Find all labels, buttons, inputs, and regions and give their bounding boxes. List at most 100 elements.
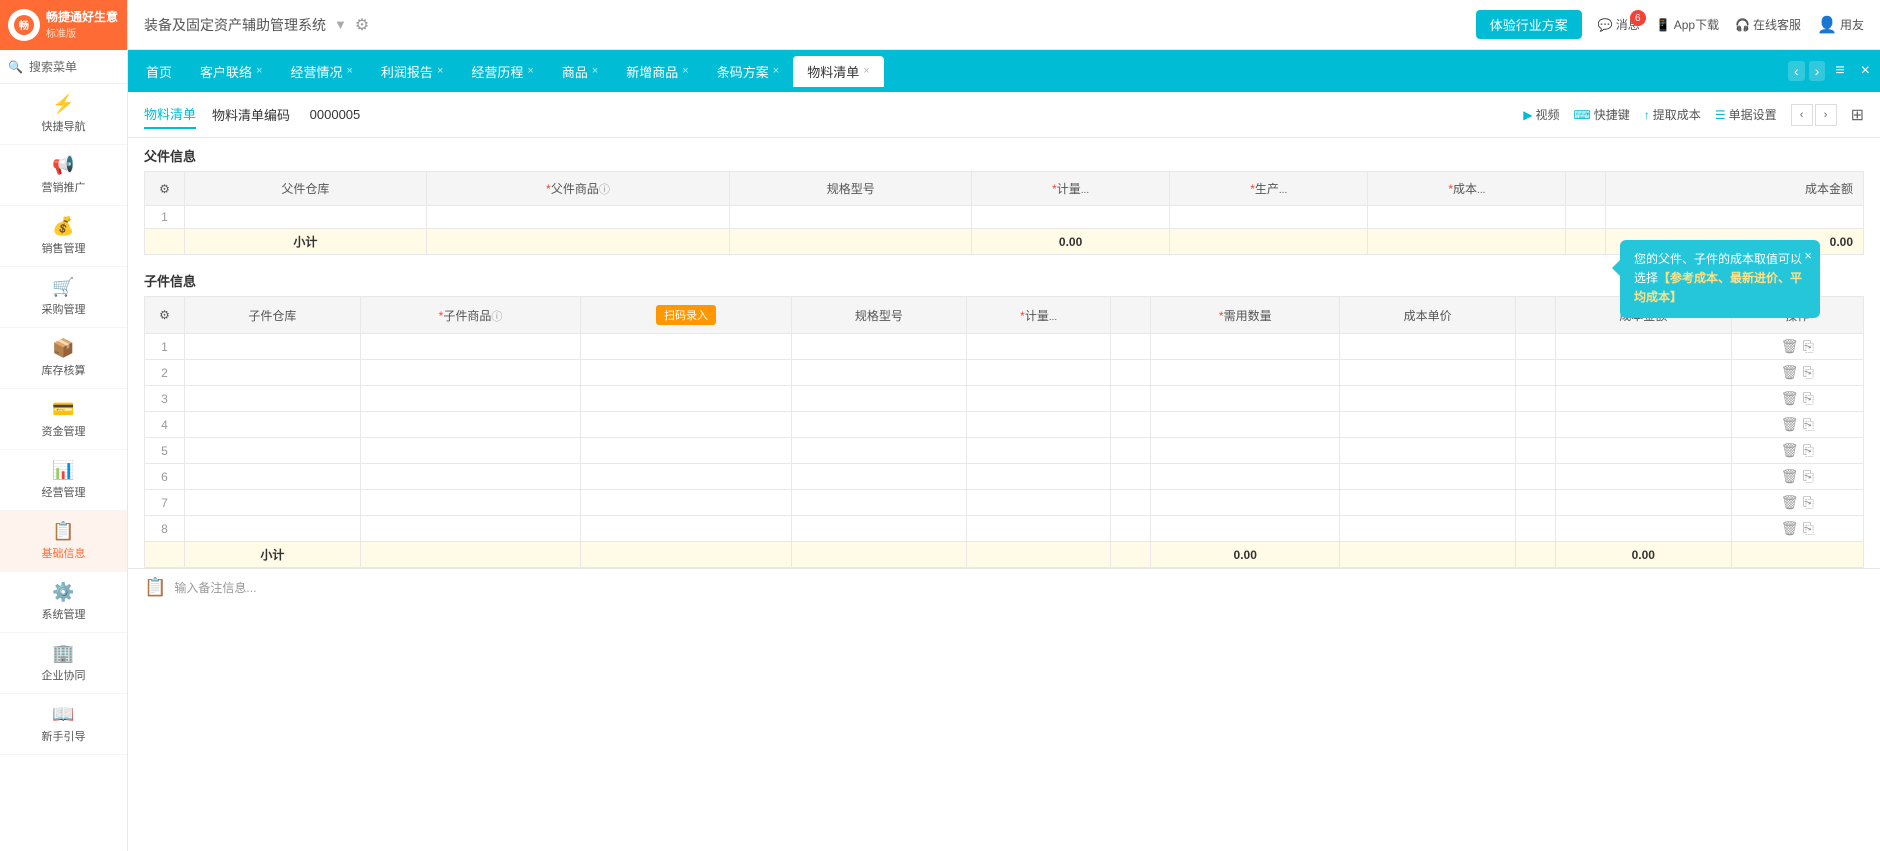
child-col-settings[interactable]: ⚙ — [145, 297, 185, 334]
search-menu-item[interactable]: 🔍 搜索菜单 — [0, 50, 127, 84]
child-row-4-unit[interactable] — [967, 412, 1111, 438]
child-row-5-copy-icon[interactable]: ⎘ — [1803, 442, 1814, 459]
parent-row-1-unit[interactable] — [972, 206, 1170, 229]
parent-col-settings[interactable]: ⚙ — [145, 172, 185, 206]
child-row-7-goods[interactable] — [360, 490, 581, 516]
child-row-1-goods[interactable] — [360, 334, 581, 360]
child-row-5-goods[interactable] — [360, 438, 581, 464]
tab-barcode[interactable]: 条码方案 × — [703, 56, 793, 87]
sidebar-item-system[interactable]: ⚙️ 系统管理 — [0, 572, 127, 633]
tab-home[interactable]: 首页 — [132, 56, 186, 87]
tab-profit[interactable]: 利润报告 × — [367, 56, 457, 87]
child-row-4-spec[interactable] — [791, 412, 967, 438]
child-row-7-delete-icon[interactable]: 🗑 — [1781, 494, 1799, 511]
nav-prev-btn[interactable]: ‹ — [1791, 104, 1813, 126]
sidebar-item-basic[interactable]: 📋 基础信息 — [0, 511, 127, 572]
scan-button[interactable]: 扫码录入 — [656, 305, 716, 325]
dropdown-arrow[interactable]: ▼ — [334, 17, 347, 32]
child-row-3-unit[interactable] — [967, 386, 1111, 412]
child-row-1-spec[interactable] — [791, 334, 967, 360]
child-row-1-unit-cost[interactable] — [1340, 334, 1516, 360]
tab-bom[interactable]: 物料清单 × — [793, 56, 883, 87]
online-service-item[interactable]: 🎧 在线客服 — [1735, 16, 1801, 33]
parent-row-1-warehouse[interactable] — [185, 206, 427, 229]
child-row-4-goods[interactable] — [360, 412, 581, 438]
child-row-3-delete-icon[interactable]: 🗑 — [1781, 390, 1799, 407]
child-row-1-warehouse[interactable] — [185, 334, 361, 360]
child-row-4-warehouse[interactable] — [185, 412, 361, 438]
tab-history[interactable]: 经营历程 × — [457, 56, 547, 87]
child-row-2-goods[interactable] — [360, 360, 581, 386]
child-row-4-unit-cost[interactable] — [1340, 412, 1516, 438]
child-row-6-copy-icon[interactable]: ⎘ — [1803, 468, 1814, 485]
parent-row-1-produce[interactable] — [1170, 206, 1368, 229]
tab-goods[interactable]: 商品 × — [548, 56, 612, 87]
child-row-7-warehouse[interactable] — [185, 490, 361, 516]
shortcut-btn[interactable]: ⌨ 快捷键 — [1573, 106, 1629, 123]
child-row-7-qty[interactable] — [1151, 490, 1340, 516]
settings-gear-icon[interactable]: ⚙ — [355, 15, 369, 35]
sidebar-item-enterprise[interactable]: 🏢 企业协同 — [0, 633, 127, 694]
child-row-5-spec[interactable] — [791, 438, 967, 464]
tab-history-close[interactable]: × — [527, 65, 533, 77]
child-row-7-unit[interactable] — [967, 490, 1111, 516]
child-row-8-unit-cost[interactable] — [1340, 516, 1516, 542]
child-row-5-unit-cost[interactable] — [1340, 438, 1516, 464]
tab-goods-close[interactable]: × — [592, 65, 598, 77]
child-row-1-qty[interactable] — [1151, 334, 1340, 360]
sidebar-item-marketing[interactable]: 📢 营销推广 — [0, 145, 127, 206]
tab-menu-icon[interactable]: ≡ — [1829, 60, 1850, 82]
child-row-7-unit-cost[interactable] — [1340, 490, 1516, 516]
tab-scroll-left[interactable]: ‹ — [1788, 61, 1805, 81]
child-row-2-unit-cost[interactable] — [1340, 360, 1516, 386]
tab-customer[interactable]: 客户联络 × — [186, 56, 276, 87]
view-btn[interactable]: ▶ 视频 — [1523, 106, 1559, 123]
parent-row-1-spec[interactable] — [730, 206, 972, 229]
child-row-8-warehouse[interactable] — [185, 516, 361, 542]
child-row-8-qty[interactable] — [1151, 516, 1340, 542]
nav-next-btn[interactable]: › — [1815, 104, 1837, 126]
child-row-2-copy-icon[interactable]: ⎘ — [1803, 364, 1814, 381]
tab-barcode-close[interactable]: × — [773, 65, 779, 77]
subnav-bom-list[interactable]: 物料清单 — [144, 100, 196, 129]
messages-item[interactable]: 💬 消息 6 — [1598, 16, 1640, 33]
tab-new-goods-close[interactable]: × — [682, 65, 688, 77]
child-row-3-warehouse[interactable] — [185, 386, 361, 412]
tooltip-close-btn[interactable]: × — [1804, 246, 1812, 267]
tab-close-all[interactable]: × — [1855, 60, 1876, 82]
tab-new-goods[interactable]: 新增商品 × — [612, 56, 702, 87]
child-row-4-qty[interactable] — [1151, 412, 1340, 438]
child-row-5-qty[interactable] — [1151, 438, 1340, 464]
child-row-6-qty[interactable] — [1151, 464, 1340, 490]
sidebar-item-quicknav[interactable]: ⚡ 快捷导航 — [0, 84, 127, 145]
parent-row-1-goods[interactable] — [426, 206, 730, 229]
child-row-8-unit[interactable] — [967, 516, 1111, 542]
tab-operations[interactable]: 经营情况 × — [276, 56, 366, 87]
tab-bom-close[interactable]: × — [863, 65, 869, 77]
sidebar-item-ops[interactable]: 📊 经营管理 — [0, 450, 127, 511]
trial-button[interactable]: 体验行业方案 — [1476, 10, 1582, 39]
child-row-5-warehouse[interactable] — [185, 438, 361, 464]
sidebar-item-purchase[interactable]: 🛒 采购管理 — [0, 267, 127, 328]
sidebar-item-sales[interactable]: 💰 销售管理 — [0, 206, 127, 267]
child-row-3-spec[interactable] — [791, 386, 967, 412]
app-download-item[interactable]: 📱 App下载 — [1656, 16, 1719, 33]
child-row-3-goods[interactable] — [360, 386, 581, 412]
child-row-6-warehouse[interactable] — [185, 464, 361, 490]
tab-profit-close[interactable]: × — [437, 65, 443, 77]
child-row-1-unit[interactable] — [967, 334, 1111, 360]
child-row-4-copy-icon[interactable]: ⎘ — [1803, 416, 1814, 433]
child-row-2-qty[interactable] — [1151, 360, 1340, 386]
child-row-8-copy-icon[interactable]: ⎘ — [1803, 520, 1814, 537]
subnav-bom-code[interactable]: 物料清单编码 — [212, 101, 290, 128]
child-row-3-qty[interactable] — [1151, 386, 1340, 412]
user-item[interactable]: 👤 用友 — [1817, 15, 1864, 35]
sidebar-item-finance[interactable]: 💳 资金管理 — [0, 389, 127, 450]
child-row-8-delete-icon[interactable]: 🗑 — [1781, 520, 1799, 537]
child-row-6-delete-icon[interactable]: 🗑 — [1781, 468, 1799, 485]
child-row-6-unit[interactable] — [967, 464, 1111, 490]
child-row-5-unit[interactable] — [967, 438, 1111, 464]
sidebar-item-guide[interactable]: 📖 新手引导 — [0, 694, 127, 755]
child-row-2-warehouse[interactable] — [185, 360, 361, 386]
setting-btn[interactable]: ☰ 单据设置 — [1715, 106, 1777, 123]
